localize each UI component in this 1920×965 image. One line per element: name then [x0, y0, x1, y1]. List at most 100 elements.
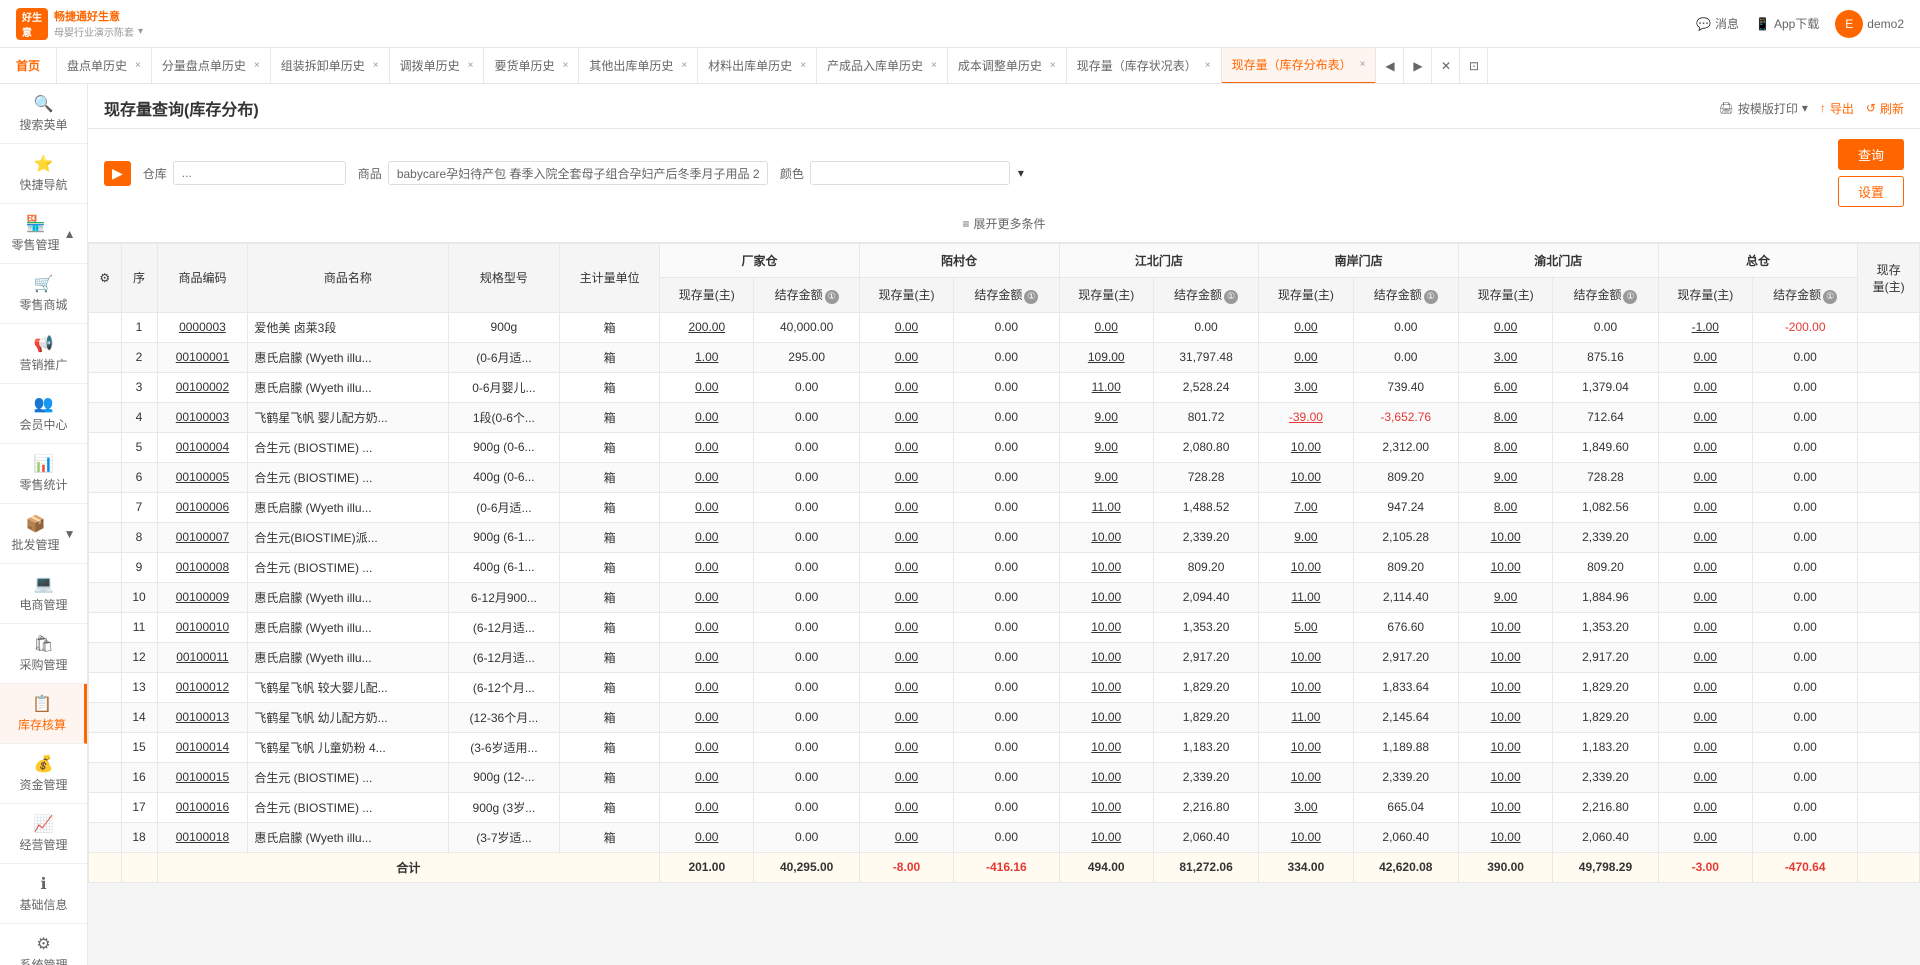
marketing-icon: 📢: [4, 334, 83, 354]
tab-stock-distribution[interactable]: 现存量（库存分布表） ×: [1222, 48, 1377, 84]
total-row: 合计201.0040,295.00-8.00-416.16494.0081,27…: [89, 852, 1920, 882]
sidebar-item-ecommerce[interactable]: 💻 电商管理: [0, 564, 87, 624]
info-icon[interactable]: ①: [825, 290, 839, 304]
sidebar-item-basic-info[interactable]: ℹ 基础信息: [0, 864, 87, 924]
tab-close-icon[interactable]: ×: [254, 60, 260, 71]
info-icon[interactable]: ①: [1424, 290, 1438, 304]
warehouse-input[interactable]: [173, 161, 346, 185]
sidebar-item-operations[interactable]: 📈 经营管理: [0, 804, 87, 864]
table-row: 10000003爱他美 卤莱3段900g箱200.0040,000.000.00…: [89, 312, 1920, 342]
sidebar-item-finance[interactable]: 💰 资金管理: [0, 744, 87, 804]
warehouse-filter: 仓库: [143, 161, 346, 185]
print-icon: 🖨: [1719, 101, 1734, 115]
user-area[interactable]: E demo2: [1835, 10, 1904, 38]
table-row: 700100006惠氏启朦 (Wyeth illu...(0-6月适...箱0.…: [89, 492, 1920, 522]
sidebar: 🔍 搜索英单 ⭐ 快捷导航 🏪 零售管理 ▲ 🛒 零售商城 📢 营销推广 👥 会…: [0, 84, 88, 965]
avatar: E: [1835, 10, 1863, 38]
export-btn[interactable]: ↑ 导出: [1820, 100, 1854, 117]
tab-home[interactable]: 首页: [0, 48, 57, 84]
sidebar-item-wholesale[interactable]: 📦 批发管理 ▼: [0, 504, 87, 564]
col-spec: 规格型号: [448, 244, 560, 313]
top-bar-right: 💬 消息 📱 App下载 E demo2: [1696, 10, 1904, 38]
tab-close-icon[interactable]: ×: [800, 60, 806, 71]
col-jb-amt: 结存金额①: [1153, 278, 1258, 313]
sidebar-item-retail[interactable]: 🏪 零售管理 ▲: [0, 204, 87, 264]
arrow-down-icon: ▼: [64, 527, 76, 541]
search-btn[interactable]: 查询: [1838, 139, 1904, 170]
tab-expand-btn[interactable]: ⊡: [1460, 48, 1488, 84]
sidebar-item-marketing[interactable]: 📢 营销推广: [0, 324, 87, 384]
col-group-yb: 渝北门店: [1458, 244, 1658, 278]
page-title: 现存量查询(库存分布): [104, 96, 259, 120]
tab-close-icon[interactable]: ×: [135, 60, 141, 71]
color-dropdown-icon[interactable]: ▾: [1018, 166, 1024, 180]
tab-prev-btn[interactable]: ◀: [1376, 48, 1404, 84]
sidebar-item-search[interactable]: 🔍 搜索英单: [0, 84, 87, 144]
tab-material-out[interactable]: 材料出库单历史 ×: [698, 48, 817, 84]
sidebar-item-store[interactable]: 🛒 零售商城: [0, 264, 87, 324]
header-actions: 🖨 按模版打印 ▾ ↑ 导出 ↺ 刷新: [1719, 100, 1904, 117]
tab-partial-inventory[interactable]: 分量盘点单历史 ×: [152, 48, 271, 84]
sidebar-item-quicknav[interactable]: ⭐ 快捷导航: [0, 144, 87, 204]
tab-next-btn[interactable]: ▶: [1404, 48, 1432, 84]
quicknav-icon: ⭐: [4, 154, 83, 174]
tab-close-icon[interactable]: ×: [373, 60, 379, 71]
col-code: 商品编码: [157, 244, 248, 313]
tab-close-all-btn[interactable]: ✕: [1432, 48, 1460, 84]
refresh-btn[interactable]: ↺ 刷新: [1866, 100, 1904, 117]
tab-close-icon[interactable]: ×: [468, 60, 474, 71]
logo-area: 好生意 畅捷通好生意 母婴行业演示陈套 ▾: [16, 8, 143, 40]
tab-product-in[interactable]: 产成品入库单历史 ×: [817, 48, 948, 84]
setting-btn[interactable]: 设置: [1838, 176, 1904, 207]
tab-close-icon[interactable]: ×: [681, 60, 687, 71]
tab-close-icon[interactable]: ×: [931, 60, 937, 71]
info-icon[interactable]: ①: [1224, 290, 1238, 304]
table-row: 500100004合生元 (BIOSTIME) ...900g (0-6...箱…: [89, 432, 1920, 462]
col-group-na: 南岸门店: [1259, 244, 1459, 278]
col-group-total: 总仓: [1658, 244, 1858, 278]
messages-btn[interactable]: 💬 消息: [1696, 15, 1739, 32]
sidebar-item-inventory[interactable]: 📋 库存核算: [0, 684, 87, 744]
tab-order-history[interactable]: 要货单历史 ×: [484, 48, 579, 84]
tab-inventory-history[interactable]: 盘点单历史 ×: [57, 48, 152, 84]
product-filter: 商品: [358, 161, 768, 185]
stats-icon: 📊: [4, 454, 83, 474]
filter-area: ▶ 仓库 商品 颜色 ▾: [88, 129, 1920, 243]
table-group-header-row: ⚙ 序 商品编码 商品名称 规格型号 主计量单位 厂家仓 陌村仓 江北门店 南岸…: [89, 244, 1920, 278]
print-btn[interactable]: 🖨 按模版打印 ▾: [1719, 100, 1808, 117]
tab-cost-adjust[interactable]: 成本调整单历史 ×: [948, 48, 1067, 84]
refresh-icon: ↺: [1866, 101, 1876, 115]
app-download-btn[interactable]: 📱 App下载: [1755, 15, 1819, 32]
info-icon[interactable]: ①: [1823, 290, 1837, 304]
export-icon: ↑: [1820, 101, 1826, 115]
sidebar-item-members[interactable]: 👥 会员中心: [0, 384, 87, 444]
sidebar-item-retail-stats[interactable]: 📊 零售统计: [0, 444, 87, 504]
info-icon[interactable]: ①: [1024, 290, 1038, 304]
table-container[interactable]: ⚙ 序 商品编码 商品名称 规格型号 主计量单位 厂家仓 陌村仓 江北门店 南岸…: [88, 243, 1920, 965]
col-group-jb: 江北门店: [1059, 244, 1259, 278]
filter-expand-toggle[interactable]: ▶: [104, 161, 131, 186]
col-fac-amt: 结存金额①: [754, 278, 859, 313]
sidebar-item-purchase[interactable]: 🛍 采购管理: [0, 624, 87, 684]
sidebar-item-system[interactable]: ⚙ 系统管理: [0, 924, 87, 965]
tab-stock-status[interactable]: 现存量（库存状况表） ×: [1067, 48, 1222, 84]
color-input[interactable]: [810, 161, 1010, 185]
product-input[interactable]: [388, 161, 768, 185]
tab-assembly[interactable]: 组装拆卸单历史 ×: [271, 48, 390, 84]
tab-transfer[interactable]: 调拨单历史 ×: [390, 48, 485, 84]
expand-conditions-btn[interactable]: ≡ 展开更多条件: [962, 215, 1045, 232]
arrow-up-icon: ▲: [64, 227, 76, 241]
tab-close-icon[interactable]: ×: [562, 60, 568, 71]
tab-close-icon[interactable]: ×: [1360, 59, 1366, 70]
dropdown-icon[interactable]: ▾: [138, 26, 143, 37]
message-icon: 💬: [1696, 17, 1711, 31]
table-body: 10000003爱他美 卤莱3段900g箱200.0040,000.000.00…: [89, 312, 1920, 882]
tab-close-icon[interactable]: ×: [1050, 60, 1056, 71]
col-total-qty: 现存量(主): [1658, 278, 1752, 313]
tab-close-icon[interactable]: ×: [1205, 60, 1211, 71]
tab-other-out[interactable]: 其他出库单历史 ×: [579, 48, 698, 84]
filter-expand-row: ≡ 展开更多条件: [104, 215, 1904, 232]
col-cur: 现存量(主): [1858, 244, 1920, 313]
info-icon[interactable]: ①: [1623, 290, 1637, 304]
top-bar-left: 好生意 畅捷通好生意 母婴行业演示陈套 ▾: [16, 8, 143, 40]
